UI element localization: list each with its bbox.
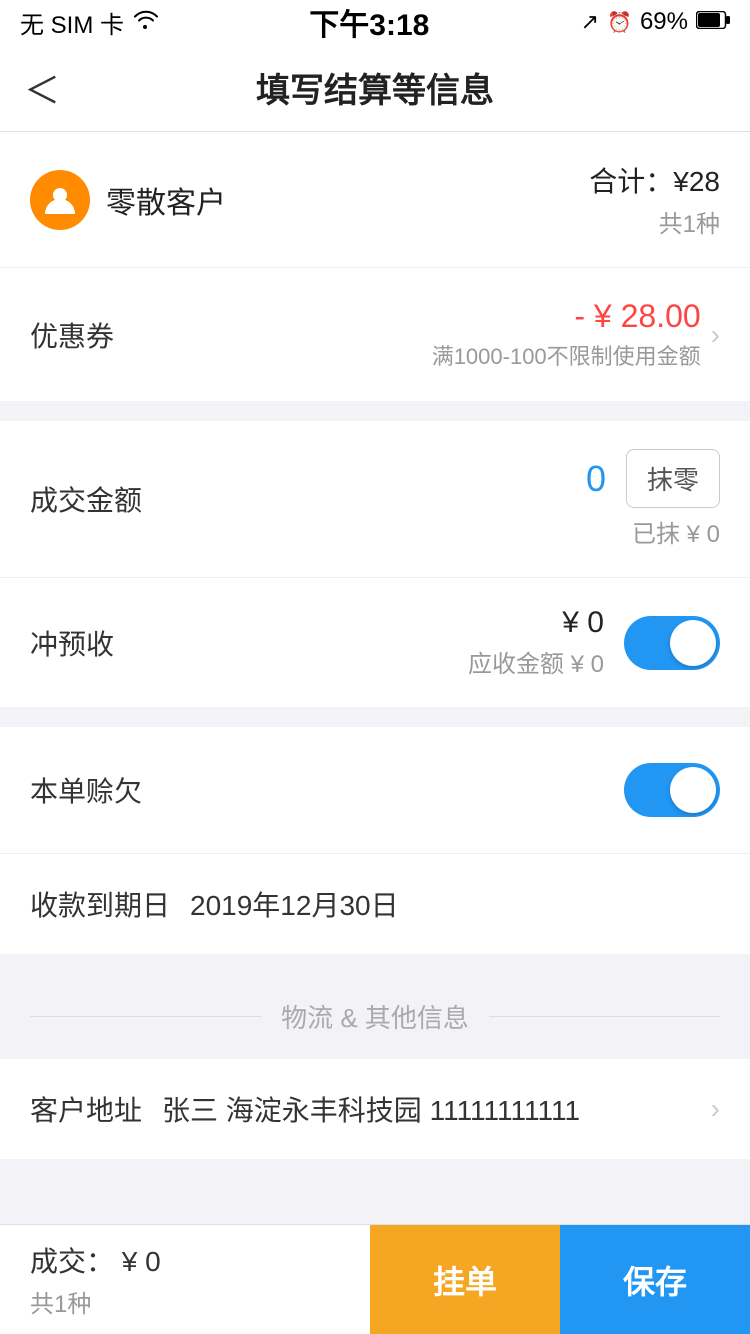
duedate-label: 收款到期日: [30, 884, 170, 924]
page-title: 填写结算等信息: [256, 63, 494, 112]
logistics-label: 物流 & 其他信息: [281, 998, 469, 1035]
transaction-row: 成交金额 抹零 已抹 ¥ 0: [0, 421, 750, 578]
debt-toggle[interactable]: [624, 763, 720, 817]
bottom-info: 成交： ¥ 0 共1种: [0, 1240, 370, 1319]
prereceive-sub: 应收金额 ¥ 0: [468, 644, 604, 679]
bottom-bar: 成交： ¥ 0 共1种 挂单 保存: [0, 1224, 750, 1334]
prereceive-row: 冲预收 ¥ 0 应收金额 ¥ 0: [0, 578, 750, 707]
coupon-label: 优惠券: [30, 315, 114, 355]
customer-card: 零散客户 合计：¥28 共1种 优惠券 - ¥ 28.00 满1000-100不…: [0, 132, 750, 401]
address-chevron-icon: ›: [711, 1093, 720, 1125]
coupon-right: - ¥ 28.00 满1000-100不限制使用金额 ›: [432, 298, 720, 371]
status-left: 无 SIM 卡: [20, 5, 158, 40]
no-sim-text: 无 SIM 卡: [20, 5, 124, 40]
avatar: [30, 170, 90, 230]
debt-row: 本单赊欠: [0, 727, 750, 853]
coupon-row[interactable]: 优惠券 - ¥ 28.00 满1000-100不限制使用金额 ›: [0, 267, 750, 401]
customer-total: 合计：¥28: [589, 160, 720, 200]
coupon-discount: - ¥ 28.00: [432, 298, 701, 335]
status-time: 下午3:18: [309, 0, 429, 44]
prereceive-right: ¥ 0 应收金额 ¥ 0: [468, 606, 720, 679]
duedate-row: 收款到期日 2019年12月30日: [0, 853, 750, 954]
bottom-transaction: 成交： ¥ 0: [30, 1240, 340, 1280]
prereceive-toggle[interactable]: [624, 616, 720, 670]
duedate-value: 2019年12月30日: [190, 884, 399, 924]
debt-section: 本单赊欠 收款到期日 2019年12月30日: [0, 727, 750, 954]
customer-count: 共1种: [589, 204, 720, 239]
prereceive-main: ¥ 0: [468, 606, 604, 640]
round-off-button[interactable]: 抹零: [626, 449, 720, 508]
back-button[interactable]: ＜: [24, 62, 60, 114]
address-row[interactable]: 客户地址 张三 海淀永丰科技园 11111111111 ›: [0, 1059, 750, 1159]
bottom-count: 共1种: [30, 1284, 340, 1319]
coupon-desc: 满1000-100不限制使用金额: [432, 339, 701, 371]
battery-percent: 69%: [640, 8, 688, 36]
save-button[interactable]: 保存: [560, 1225, 750, 1334]
customer-name: 零散客户: [106, 178, 226, 222]
battery-icon: [696, 8, 730, 36]
hold-button[interactable]: 挂单: [370, 1225, 560, 1334]
chevron-right-icon: ›: [711, 319, 720, 351]
location-icon: ↗: [581, 9, 599, 35]
bottom-transaction-value: ¥ 0: [122, 1246, 161, 1277]
alarm-icon: ⏰: [607, 10, 632, 35]
logistics-divider: 物流 & 其他信息: [0, 974, 750, 1059]
debt-toggle-knob: [670, 767, 716, 813]
customer-row: 零散客户 合计：¥28 共1种: [0, 132, 750, 267]
already-off-text: 已抹 ¥ 0: [526, 514, 720, 549]
address-label: 客户地址: [30, 1089, 142, 1129]
customer-left: 零散客户: [30, 170, 226, 230]
transaction-label: 成交金额: [30, 479, 142, 519]
content: 零散客户 合计：¥28 共1种 优惠券 - ¥ 28.00 满1000-100不…: [0, 132, 750, 1299]
status-right: ↗ ⏰ 69%: [581, 8, 730, 36]
transaction-section: 成交金额 抹零 已抹 ¥ 0 冲预收 ¥ 0 应收金额 ¥ 0: [0, 421, 750, 707]
debt-label: 本单赊欠: [30, 770, 142, 810]
prereceive-label: 冲预收: [30, 623, 114, 663]
transaction-input[interactable]: [526, 458, 606, 500]
address-value: 张三 海淀永丰科技园 11111111111: [162, 1089, 711, 1129]
toggle-knob: [670, 620, 716, 666]
customer-summary: 合计：¥28 共1种: [589, 160, 720, 239]
bottom-transaction-label: 成交：: [30, 1246, 114, 1277]
wifi-icon: [132, 8, 158, 36]
status-bar: 无 SIM 卡 下午3:18 ↗ ⏰ 69%: [0, 0, 750, 44]
prereceive-amounts: ¥ 0 应收金额 ¥ 0: [468, 606, 604, 679]
nav-bar: ＜ 填写结算等信息: [0, 44, 750, 132]
